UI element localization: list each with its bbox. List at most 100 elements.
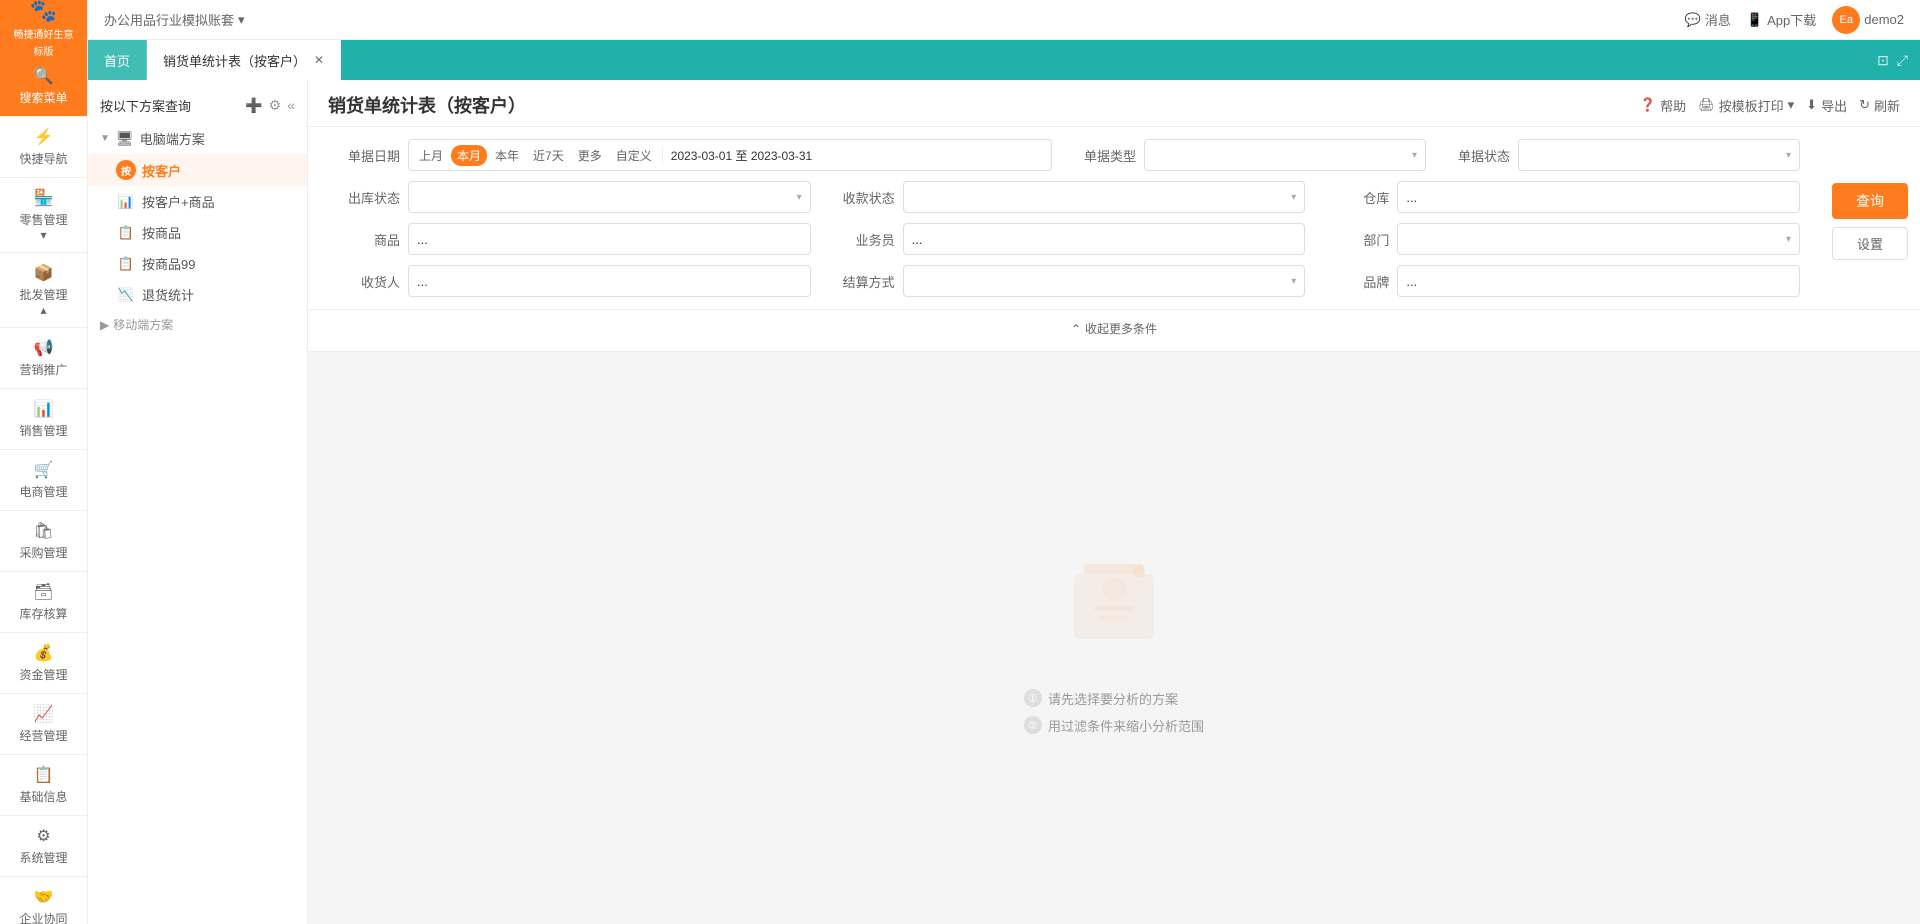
search-icon: 🔍 — [34, 66, 54, 86]
settlement-select[interactable]: ▾ — [903, 265, 1306, 297]
tab-sales-stats[interactable]: 销货单统计表（按客户） ✕ — [147, 40, 341, 80]
print-btn[interactable]: 🖨 按模板打印 ▾ — [1698, 96, 1794, 115]
sidebar-item-operations[interactable]: 📈 经营管理 — [0, 694, 87, 755]
logo-text: 畅捷通好生意 — [14, 26, 74, 41]
collapse-label: 收起更多条件 — [1085, 320, 1157, 337]
brand-select[interactable]: ... — [1397, 265, 1800, 297]
date-last-month-btn[interactable]: 上月 — [413, 145, 449, 166]
warehouse-select[interactable]: ... — [1397, 181, 1800, 213]
empty-tip-2: ② 用过滤条件来缩小分析范围 — [1024, 716, 1204, 735]
receiver-col: 收货人 ... — [328, 265, 811, 297]
goods-label: 商品 — [328, 230, 408, 249]
industry-selector[interactable]: 办公用品行业模拟账套 ▾ — [104, 10, 245, 29]
sidebar-item-quicknav[interactable]: ⚡ 快捷导航 — [0, 117, 87, 178]
help-btn[interactable]: ❓ 帮助 — [1640, 96, 1686, 115]
sidebar-basic-label: 基础信息 — [19, 788, 67, 805]
sidebar-item-purchase[interactable]: 🛍 采购管理 — [0, 511, 87, 572]
sidebar-item-search[interactable]: 🔍 搜索菜单 — [0, 56, 87, 117]
edit-scheme-btn[interactable]: ⚙ — [269, 97, 282, 114]
tip-num-2: ② — [1024, 716, 1042, 734]
collapse-panel-btn[interactable]: « — [287, 97, 295, 114]
date-this-month-btn[interactable]: 本月 — [451, 145, 487, 166]
sidebar-purchase-label: 采购管理 — [19, 544, 67, 561]
date-7days-btn[interactable]: 近7天 — [527, 145, 570, 166]
user-profile-btn[interactable]: Ea demo2 — [1832, 6, 1904, 34]
sidebar-item-inventory[interactable]: 🗃 库存核算 — [0, 572, 87, 633]
department-col: 部门 ▾ — [1317, 223, 1800, 255]
scheme-customer-goods-label: 按客户+商品 — [142, 192, 215, 211]
user-name: demo2 — [1864, 12, 1904, 27]
scheme-returns[interactable]: 📉 退货统计 — [88, 279, 307, 310]
message-btn[interactable]: 💬 消息 — [1685, 10, 1731, 29]
main-content: 单据日期 上月 本月 本年 近7天 更多 自定义 20 — [308, 127, 1920, 924]
help-label: 帮助 — [1660, 96, 1686, 115]
wholesale-icon: 📦 — [34, 263, 54, 283]
scheme-by-customer[interactable]: 按 按客户 — [88, 154, 307, 186]
order-status-select[interactable]: ▾ — [1518, 139, 1800, 171]
collapse-section: ⌃ 收起更多条件 — [308, 310, 1920, 352]
salesperson-col: 业务员 ... — [823, 223, 1306, 255]
date-custom-btn[interactable]: 自定义 — [610, 145, 658, 166]
header-right: 💬 消息 📱 App下载 Ea demo2 — [1685, 6, 1904, 34]
date-filter-group: 上月 本月 本年 近7天 更多 自定义 2023-03-01 至 2023-03… — [408, 139, 1052, 171]
tab-sales-stats-label: 销货单统计表（按客户） — [163, 51, 306, 70]
print-dropdown-icon: ▾ — [1788, 97, 1795, 113]
sidebar-item-basic[interactable]: 📋 基础信息 — [0, 755, 87, 816]
top-header: 办公用品行业模拟账套 ▾ 💬 消息 📱 App下载 Ea demo2 — [88, 0, 1920, 40]
tree-mobile-schemes[interactable]: ▶ 移动端方案 — [88, 310, 307, 339]
query-button[interactable]: 查询 — [1832, 183, 1908, 219]
receiver-select[interactable]: ... — [408, 265, 811, 297]
sidebar-item-enterprise[interactable]: 🤝 企业协同 — [0, 877, 87, 924]
refresh-icon: ↻ — [1859, 97, 1870, 113]
add-scheme-btn[interactable]: ➕ — [245, 97, 262, 114]
tree-desktop-schemes[interactable]: ▼ 🖥 电脑端方案 — [88, 123, 307, 154]
scheme-by-goods[interactable]: 📋 按商品 — [88, 217, 307, 248]
department-select[interactable]: ▾ — [1397, 223, 1800, 255]
order-type-select[interactable]: ▾ — [1144, 139, 1426, 171]
sidebar-item-system[interactable]: ⚙ 系统管理 — [0, 816, 87, 877]
marketing-icon: 📢 — [34, 338, 54, 358]
date-more-btn[interactable]: 更多 — [572, 145, 608, 166]
right-main: 销货单统计表（按客户） ❓ 帮助 🖨 按模板打印 ▾ ⬇ 导出 — [308, 80, 1920, 924]
scheme-by-goods99[interactable]: 📋 按商品99 — [88, 248, 307, 279]
window-maximize-btn[interactable]: ⤢ — [1897, 52, 1908, 69]
export-btn[interactable]: ⬇ 导出 — [1806, 96, 1847, 115]
tab-home-label: 首页 — [104, 51, 130, 70]
exit-status-select[interactable]: ▾ — [408, 181, 811, 213]
collapse-more-btn[interactable]: ⌃ 收起更多条件 — [1065, 314, 1163, 343]
sidebar-ecommerce-label: 电商管理 — [19, 483, 67, 500]
salesperson-select[interactable]: ... — [903, 223, 1306, 255]
sidebar-item-retail[interactable]: 🏪 零售管理 ▾ — [0, 178, 87, 253]
warehouse-col: 仓库 ... — [1317, 181, 1800, 213]
department-label: 部门 — [1317, 230, 1397, 249]
reset-button[interactable]: 设置 — [1832, 227, 1908, 260]
operations-icon: 📈 — [34, 704, 54, 724]
refresh-btn[interactable]: ↻ 刷新 — [1859, 96, 1900, 115]
window-minimize-btn[interactable]: ⊡ — [1877, 52, 1889, 69]
app-download-btn[interactable]: 📱 App下载 — [1747, 10, 1816, 29]
export-label: 导出 — [1821, 96, 1847, 115]
sidebar-enterprise-label: 企业协同 — [19, 910, 67, 924]
inventory-icon: 🗃 — [33, 582, 53, 602]
sidebar-item-finance[interactable]: 💰 资金管理 — [0, 633, 87, 694]
scheme-by-customer-goods[interactable]: 📊 按客户+商品 — [88, 186, 307, 217]
sidebar-item-marketing[interactable]: 📢 营销推广 — [0, 328, 87, 389]
enterprise-icon: 🤝 — [34, 887, 54, 907]
sidebar-item-wholesale[interactable]: 📦 批发管理 ▴ — [0, 253, 87, 328]
tip-num-1: ① — [1024, 689, 1042, 707]
sidebar-item-sales[interactable]: 📊 销售管理 — [0, 389, 87, 450]
tab-home[interactable]: 首页 — [88, 40, 147, 80]
payment-status-select[interactable]: ▾ — [903, 181, 1306, 213]
sidebar-item-ecommerce[interactable]: 🛒 电商管理 — [0, 450, 87, 511]
receiver-label: 收货人 — [328, 272, 408, 291]
tab-close-btn[interactable]: ✕ — [314, 53, 324, 67]
page-header: 销货单统计表（按客户） ❓ 帮助 🖨 按模板打印 ▾ ⬇ 导出 — [308, 80, 1920, 127]
goods99-icon: 📋 — [116, 256, 136, 272]
page-title: 销货单统计表（按客户） — [328, 92, 526, 118]
date-this-year-btn[interactable]: 本年 — [489, 145, 525, 166]
left-panel: 按以下方案查询 ➕ ⚙ « ▼ 🖥 电脑端方案 按 按客户 📊 按客户+商品 — [88, 80, 308, 924]
payment-status-arrow: ▾ — [1291, 192, 1296, 203]
app-logo[interactable]: 🐾 畅捷通好生意 标版 — [0, 0, 88, 56]
sidebar-retail-label: 零售管理 — [19, 211, 67, 228]
goods-select[interactable]: ... — [408, 223, 811, 255]
